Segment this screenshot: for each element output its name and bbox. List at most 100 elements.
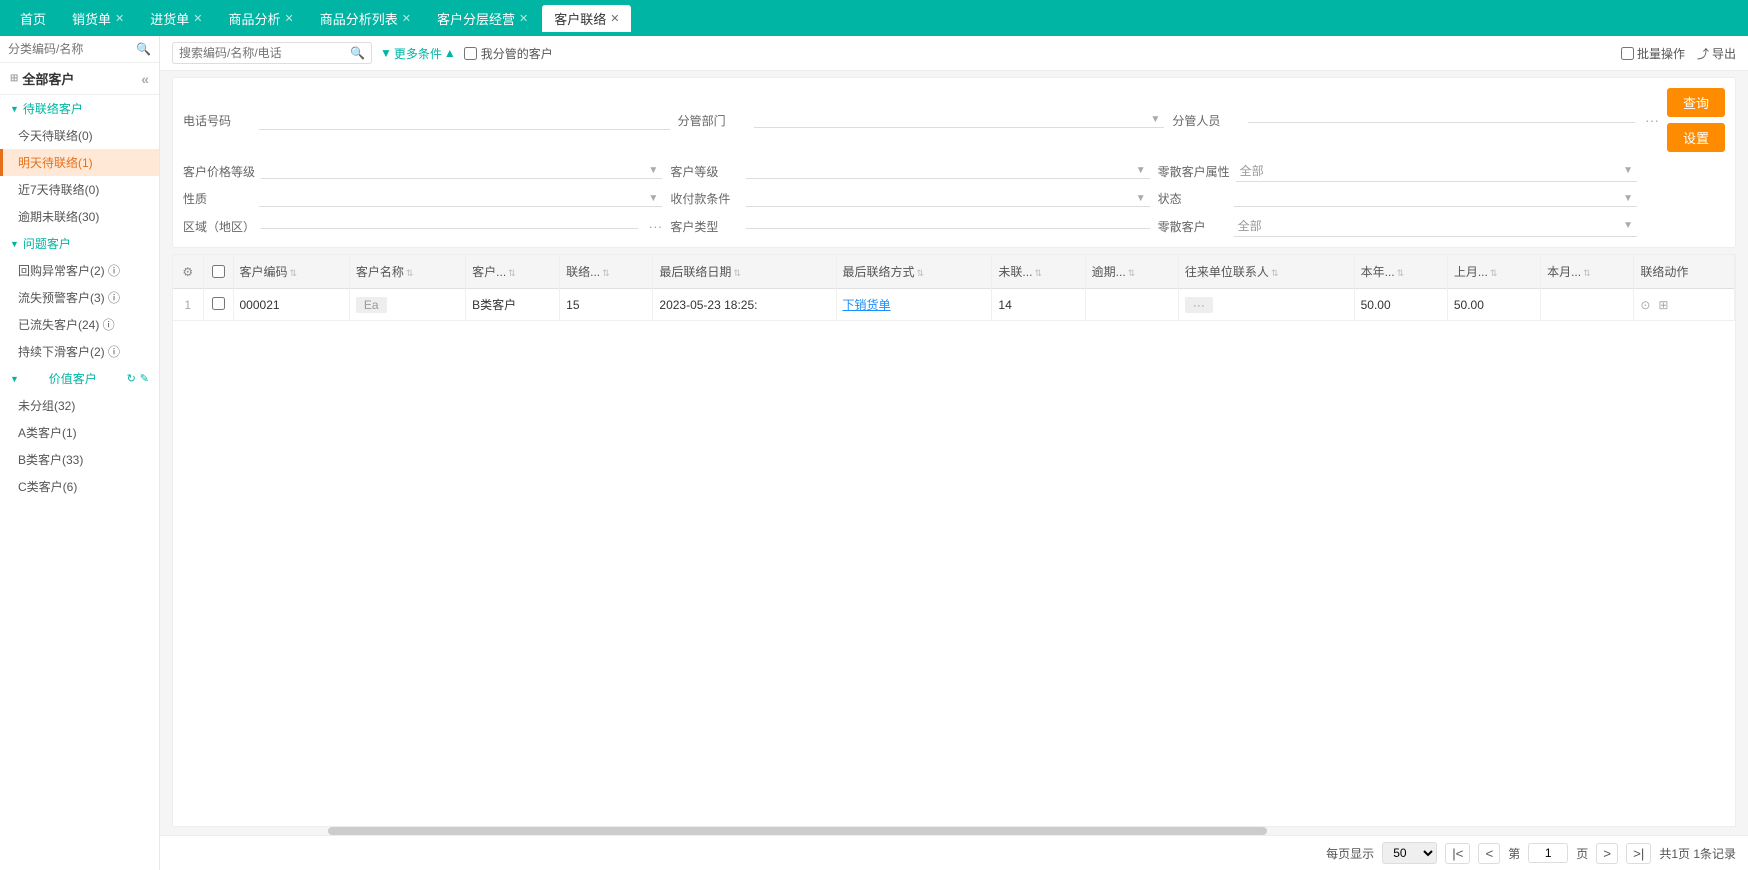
row-actions[interactable]: ⊙ ⊞: [1634, 289, 1735, 321]
price-level-select[interactable]: ▼: [261, 163, 662, 179]
prev-page-btn[interactable]: <: [1478, 843, 1500, 864]
sidebar-item-overdue[interactable]: 逾期未联络(30): [0, 203, 159, 230]
nature-select[interactable]: ▼: [259, 191, 662, 207]
scrollbar-thumb[interactable]: [328, 827, 1266, 835]
retail-customer-select[interactable]: 全部 ▼: [1234, 215, 1637, 237]
sidebar-item-a-class[interactable]: A类客户(1): [0, 419, 159, 446]
customer-type-select[interactable]: [746, 224, 1149, 229]
sidebar-item-churn-warning[interactable]: 流失预警客户(3) ⓘ: [0, 284, 159, 311]
close-icon[interactable]: ✕: [519, 12, 528, 25]
batch-checkbox[interactable]: [1621, 47, 1634, 60]
col-checkbox[interactable]: [203, 255, 233, 289]
search-icon[interactable]: 🔍: [136, 42, 151, 56]
sidebar-all-customers[interactable]: ⊞ 全部客户 «: [0, 63, 159, 95]
close-icon[interactable]: ✕: [610, 12, 619, 25]
filter-phone: 电话号码: [183, 111, 670, 130]
close-icon[interactable]: ✕: [115, 12, 124, 25]
sidebar-item-b-class[interactable]: B类客户(33): [0, 446, 159, 473]
row-code: 000021: [233, 289, 349, 321]
content-area: 🔍 ▼ 更多条件 ▲ 我分管的客户 批量操作 ⤴ 导出: [160, 36, 1748, 870]
first-page-btn[interactable]: |<: [1445, 843, 1470, 864]
close-icon[interactable]: ✕: [193, 12, 202, 25]
search-input[interactable]: [179, 46, 346, 60]
nav-customer-layer[interactable]: 客户分层经营 ✕: [425, 5, 540, 32]
refresh-icon[interactable]: ↻: [127, 372, 136, 385]
row-select-checkbox[interactable]: [212, 297, 225, 310]
col-name: 客户名称⇅: [349, 255, 465, 289]
sidebar-item-7days[interactable]: 近7天待联络(0): [0, 176, 159, 203]
search-toolbar: 🔍 ▼ 更多条件 ▲ 我分管的客户 批量操作 ⤴ 导出: [160, 36, 1748, 71]
table-row: 1 000021 Ea B类客户 15 2023-05-23 18:25: 下销…: [173, 289, 1735, 321]
filter-payment: 收付款条件 ▼: [670, 190, 1149, 207]
row-this-month: [1541, 289, 1634, 321]
batch-action-btn[interactable]: 批量操作: [1621, 45, 1685, 62]
filter-price-level: 客户价格等级 ▼: [183, 163, 662, 180]
sidebar-item-ungrouped[interactable]: 未分组(32): [0, 392, 159, 419]
export-icon: ⤴: [1697, 45, 1709, 62]
sidebar-search-input[interactable]: [8, 42, 132, 56]
close-icon[interactable]: ✕: [285, 12, 294, 25]
sidebar-item-c-class[interactable]: C类客户(6): [0, 473, 159, 500]
chevron-down-icon: ▼: [1623, 193, 1633, 204]
filter-retail-customer: 零散客户 全部 ▼: [1158, 215, 1637, 237]
nav-product-analysis-list[interactable]: 商品分析列表 ✕: [308, 5, 423, 32]
search-icon[interactable]: 🔍: [350, 46, 365, 60]
more-action-icon[interactable]: ⊞: [1658, 298, 1668, 312]
contact-action-icon[interactable]: ⊙: [1640, 298, 1650, 312]
export-btn[interactable]: ⤴ 导出: [1697, 45, 1736, 62]
next-page-btn[interactable]: >: [1596, 843, 1618, 864]
filter-nature: 性质 ▼: [183, 190, 662, 207]
nav-customer-contact[interactable]: 客户联络 ✕: [542, 5, 631, 32]
retail-attr-select[interactable]: 全部 ▼: [1236, 160, 1637, 182]
horizontal-scrollbar[interactable]: [172, 827, 1736, 835]
dept-select[interactable]: ▼: [754, 112, 1165, 128]
contact-method-link[interactable]: 下销货单: [843, 298, 891, 312]
main-layout: 🔍 ⊞ 全部客户 « 待联络客户 今天待联络(0) 明天待联络(1) 近7天待联…: [0, 36, 1748, 870]
row-contact-count: 15: [560, 289, 653, 321]
sidebar-item-churned[interactable]: 已流失客户(24) ⓘ: [0, 311, 159, 338]
row-checkbox[interactable]: [203, 289, 233, 321]
total-records: 共1页 1条记录: [1659, 845, 1736, 862]
col-gear[interactable]: ⚙: [173, 255, 203, 289]
col-this-year: 本年...⇅: [1354, 255, 1447, 289]
collapse-icon[interactable]: «: [141, 71, 149, 87]
col-contact-person: 往来单位联系人⇅: [1178, 255, 1354, 289]
filter-person: 分管人员 ···: [1172, 112, 1659, 129]
row-last-contact-method[interactable]: 下销货单: [836, 289, 992, 321]
page-input[interactable]: [1528, 843, 1568, 863]
nav-product-analysis[interactable]: 商品分析 ✕: [216, 5, 305, 32]
query-btn-group: 查询 设置: [1667, 88, 1725, 152]
row-contact-person: ···: [1178, 289, 1354, 321]
settings-button[interactable]: 设置: [1667, 123, 1725, 152]
dots-icon[interactable]: ···: [648, 218, 662, 234]
customer-level-select[interactable]: ▼: [746, 163, 1149, 179]
sidebar-item-tomorrow[interactable]: 明天待联络(1): [0, 149, 159, 176]
sidebar-item-repurchase-anomaly[interactable]: 回购异常客户(2) ⓘ: [0, 257, 159, 284]
edit-icon[interactable]: ✎: [140, 372, 149, 385]
page-size-select[interactable]: 50 100 200: [1382, 842, 1437, 864]
filter-customer-level: 客户等级 ▼: [670, 163, 1149, 180]
person-select[interactable]: [1248, 118, 1635, 123]
col-last-contact-date: 最后联络日期⇅: [653, 255, 836, 289]
nav-sales[interactable]: 销货单 ✕: [60, 5, 136, 32]
my-customers-checkbox[interactable]: 我分管的客户: [464, 45, 553, 62]
sidebar-item-declining[interactable]: 持续下滑客户(2) ⓘ: [0, 338, 159, 365]
dots-icon[interactable]: ···: [1645, 112, 1659, 128]
select-all-checkbox[interactable]: [212, 265, 225, 278]
status-select[interactable]: ▼: [1234, 191, 1637, 207]
region-select[interactable]: [261, 224, 638, 229]
col-last-contact-method: 最后联络方式⇅: [836, 255, 992, 289]
more-conditions-btn[interactable]: ▼ 更多条件 ▲: [380, 45, 456, 62]
last-page-btn[interactable]: >|: [1626, 843, 1651, 864]
query-button[interactable]: 查询: [1667, 88, 1725, 117]
sidebar-group-problem: 问题客户: [0, 230, 159, 257]
nav-purchase[interactable]: 进货单 ✕: [138, 5, 214, 32]
row-index: 1: [173, 289, 203, 321]
sidebar-item-today[interactable]: 今天待联络(0): [0, 122, 159, 149]
col-contact-count: 联络...⇅: [560, 255, 653, 289]
phone-input[interactable]: [259, 111, 670, 130]
close-icon[interactable]: ✕: [402, 12, 411, 25]
payment-select[interactable]: ▼: [746, 191, 1149, 207]
nav-home[interactable]: 首页: [8, 5, 58, 32]
my-customers-check[interactable]: [464, 47, 477, 60]
